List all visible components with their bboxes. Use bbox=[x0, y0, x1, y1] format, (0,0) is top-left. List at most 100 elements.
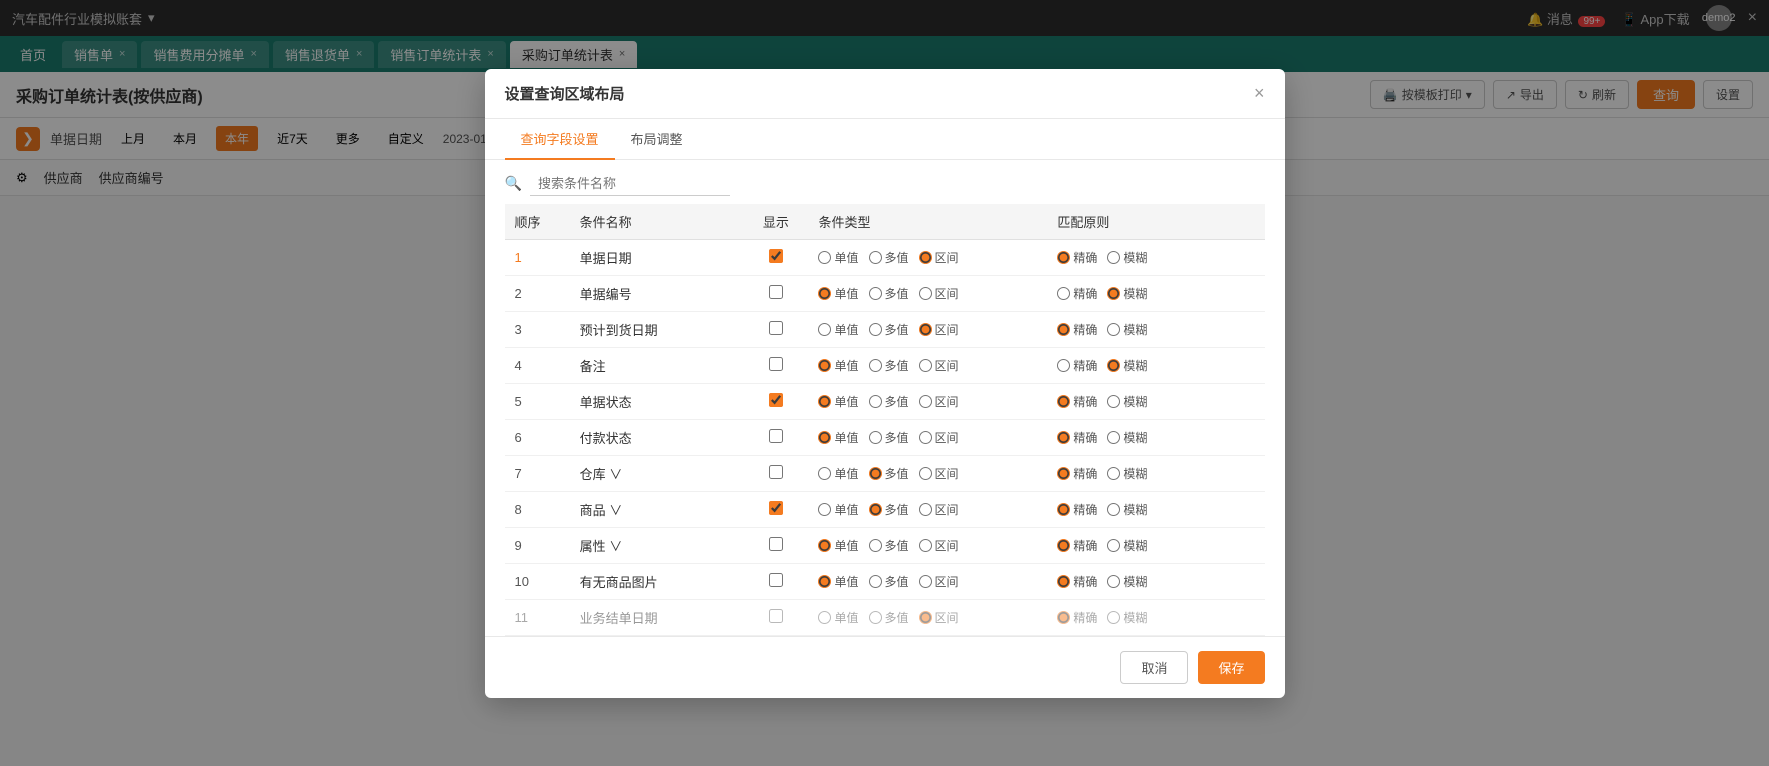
type-radio[interactable] bbox=[818, 575, 831, 588]
match-radio[interactable] bbox=[1057, 503, 1070, 516]
type-radio[interactable] bbox=[869, 323, 882, 336]
show-checkbox[interactable] bbox=[769, 537, 783, 551]
type-radio[interactable] bbox=[869, 467, 882, 480]
match-radio[interactable] bbox=[1107, 539, 1120, 552]
type-radio-label[interactable]: 区间 bbox=[919, 249, 959, 266]
match-radio[interactable] bbox=[1107, 467, 1120, 480]
type-radio[interactable] bbox=[869, 359, 882, 372]
type-radio[interactable] bbox=[919, 287, 932, 300]
type-radio-label[interactable]: 单值 bbox=[818, 285, 858, 302]
match-radio[interactable] bbox=[1107, 575, 1120, 588]
type-radio-label[interactable]: 单值 bbox=[818, 501, 858, 518]
type-radio-label[interactable]: 多值 bbox=[869, 573, 909, 590]
type-radio-label[interactable]: 区间 bbox=[919, 609, 959, 626]
match-radio-label[interactable]: 模糊 bbox=[1107, 429, 1147, 446]
type-radio[interactable] bbox=[869, 287, 882, 300]
modal-close-button[interactable]: × bbox=[1254, 84, 1265, 102]
type-radio[interactable] bbox=[919, 359, 932, 372]
match-radio-label[interactable]: 精确 bbox=[1057, 465, 1097, 482]
cancel-button[interactable]: 取消 bbox=[1120, 651, 1188, 684]
match-radio[interactable] bbox=[1057, 431, 1070, 444]
show-checkbox[interactable] bbox=[769, 357, 783, 371]
type-radio[interactable] bbox=[818, 395, 831, 408]
tab-layout-adjust[interactable]: 布局调整 bbox=[615, 119, 699, 160]
type-radio[interactable] bbox=[869, 503, 882, 516]
type-radio[interactable] bbox=[869, 251, 882, 264]
match-radio[interactable] bbox=[1107, 359, 1120, 372]
type-radio-label[interactable]: 多值 bbox=[869, 501, 909, 518]
type-radio-label[interactable]: 区间 bbox=[919, 393, 959, 410]
show-checkbox[interactable] bbox=[769, 465, 783, 479]
type-radio-label[interactable]: 区间 bbox=[919, 285, 959, 302]
match-radio-label[interactable]: 精确 bbox=[1057, 393, 1097, 410]
search-input[interactable] bbox=[530, 172, 730, 196]
type-radio-label[interactable]: 区间 bbox=[919, 501, 959, 518]
match-radio-label[interactable]: 模糊 bbox=[1107, 573, 1147, 590]
type-radio[interactable] bbox=[919, 539, 932, 552]
match-radio-label[interactable]: 模糊 bbox=[1107, 321, 1147, 338]
match-radio[interactable] bbox=[1057, 611, 1070, 624]
type-radio-label[interactable]: 单值 bbox=[818, 321, 858, 338]
type-radio[interactable] bbox=[818, 431, 831, 444]
match-radio[interactable] bbox=[1057, 539, 1070, 552]
type-radio-label[interactable]: 单值 bbox=[818, 429, 858, 446]
show-checkbox[interactable] bbox=[769, 573, 783, 587]
type-radio[interactable] bbox=[919, 431, 932, 444]
type-radio[interactable] bbox=[919, 467, 932, 480]
type-radio-label[interactable]: 单值 bbox=[818, 357, 858, 374]
type-radio[interactable] bbox=[919, 251, 932, 264]
type-radio-label[interactable]: 单值 bbox=[818, 537, 858, 554]
match-radio-label[interactable]: 精确 bbox=[1057, 429, 1097, 446]
type-radio-label[interactable]: 多值 bbox=[869, 429, 909, 446]
type-radio-label[interactable]: 单值 bbox=[818, 393, 858, 410]
type-radio-label[interactable]: 区间 bbox=[919, 357, 959, 374]
match-radio-label[interactable]: 精确 bbox=[1057, 357, 1097, 374]
match-radio[interactable] bbox=[1107, 251, 1120, 264]
type-radio-label[interactable]: 多值 bbox=[869, 321, 909, 338]
type-radio-label[interactable]: 多值 bbox=[869, 465, 909, 482]
type-radio-label[interactable]: 区间 bbox=[919, 321, 959, 338]
type-radio-label[interactable]: 区间 bbox=[919, 429, 959, 446]
type-radio[interactable] bbox=[818, 467, 831, 480]
type-radio[interactable] bbox=[869, 611, 882, 624]
match-radio[interactable] bbox=[1107, 287, 1120, 300]
type-radio[interactable] bbox=[869, 395, 882, 408]
show-checkbox[interactable] bbox=[769, 285, 783, 299]
type-radio-label[interactable]: 多值 bbox=[869, 357, 909, 374]
type-radio-label[interactable]: 多值 bbox=[869, 609, 909, 626]
type-radio[interactable] bbox=[818, 359, 831, 372]
match-radio-label[interactable]: 精确 bbox=[1057, 285, 1097, 302]
type-radio-label[interactable]: 多值 bbox=[869, 249, 909, 266]
show-checkbox[interactable] bbox=[769, 321, 783, 335]
match-radio-label[interactable]: 模糊 bbox=[1107, 501, 1147, 518]
match-radio[interactable] bbox=[1107, 323, 1120, 336]
type-radio[interactable] bbox=[919, 395, 932, 408]
match-radio-label[interactable]: 精确 bbox=[1057, 249, 1097, 266]
type-radio-label[interactable]: 单值 bbox=[818, 465, 858, 482]
match-radio[interactable] bbox=[1057, 467, 1070, 480]
match-radio-label[interactable]: 模糊 bbox=[1107, 537, 1147, 554]
show-checkbox[interactable] bbox=[769, 249, 783, 263]
type-radio[interactable] bbox=[818, 323, 831, 336]
match-radio-label[interactable]: 模糊 bbox=[1107, 465, 1147, 482]
type-radio[interactable] bbox=[818, 251, 831, 264]
type-radio[interactable] bbox=[919, 611, 932, 624]
show-checkbox[interactable] bbox=[769, 609, 783, 623]
type-radio[interactable] bbox=[818, 503, 831, 516]
match-radio-label[interactable]: 模糊 bbox=[1107, 357, 1147, 374]
type-radio-label[interactable]: 多值 bbox=[869, 537, 909, 554]
type-radio[interactable] bbox=[818, 539, 831, 552]
match-radio-label[interactable]: 精确 bbox=[1057, 501, 1097, 518]
type-radio-label[interactable]: 区间 bbox=[919, 573, 959, 590]
type-radio[interactable] bbox=[869, 431, 882, 444]
type-radio-label[interactable]: 区间 bbox=[919, 537, 959, 554]
match-radio-label[interactable]: 精确 bbox=[1057, 537, 1097, 554]
match-radio-label[interactable]: 模糊 bbox=[1107, 393, 1147, 410]
type-radio-label[interactable]: 区间 bbox=[919, 465, 959, 482]
match-radio[interactable] bbox=[1107, 611, 1120, 624]
match-radio-label[interactable]: 精确 bbox=[1057, 573, 1097, 590]
type-radio[interactable] bbox=[818, 287, 831, 300]
modal-overlay[interactable]: 设置查询区域布局 × 查询字段设置 布局调整 🔍 顺序 条件名称 显示 条件类型 bbox=[0, 0, 1769, 766]
match-radio[interactable] bbox=[1057, 323, 1070, 336]
type-radio[interactable] bbox=[919, 575, 932, 588]
